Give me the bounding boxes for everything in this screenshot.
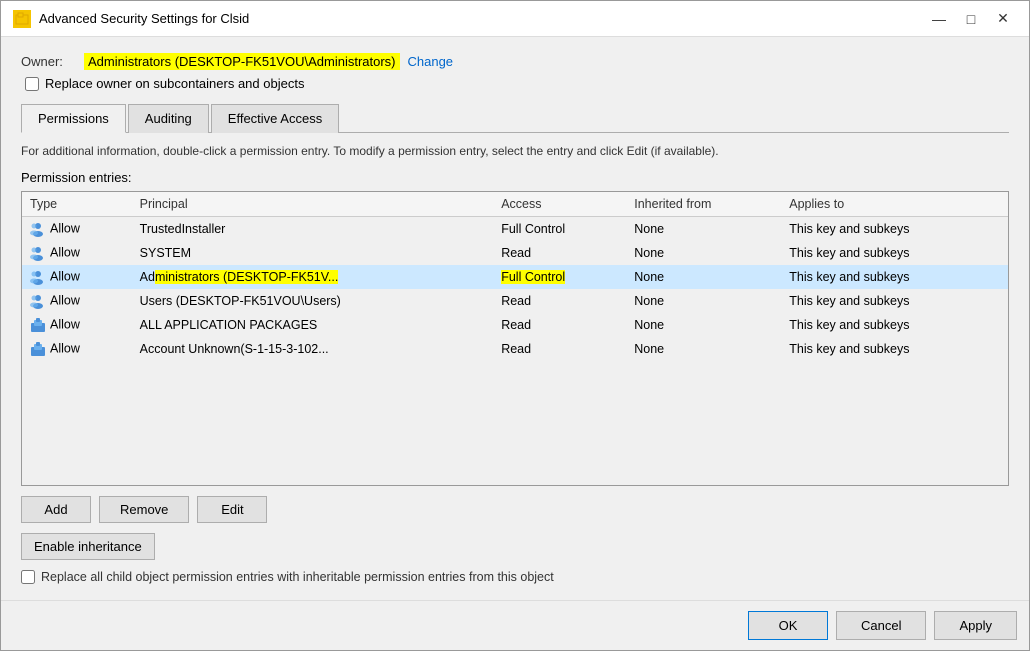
cell-access: Read bbox=[493, 313, 626, 337]
cell-applies: This key and subkeys bbox=[781, 241, 1008, 265]
cell-principal: SYSTEM bbox=[132, 241, 494, 265]
cell-principal: TrustedInstaller bbox=[132, 216, 494, 241]
permission-table-wrap: Type Principal Access Inherited from App… bbox=[21, 191, 1009, 486]
cell-principal: ALL APPLICATION PACKAGES bbox=[132, 313, 494, 337]
add-button[interactable]: Add bbox=[21, 496, 91, 523]
cell-inherited: None bbox=[626, 337, 781, 361]
cell-applies: This key and subkeys bbox=[781, 313, 1008, 337]
replace-child-row: Replace all child object permission entr… bbox=[21, 570, 1009, 584]
window-controls: — □ ✕ bbox=[925, 7, 1017, 31]
cell-type: Allow bbox=[22, 241, 132, 265]
col-type: Type bbox=[22, 192, 132, 217]
main-content: Owner: Administrators (DESKTOP-FK51VOU\A… bbox=[1, 37, 1029, 600]
replace-child-checkbox[interactable] bbox=[21, 570, 35, 584]
owner-value: Administrators (DESKTOP-FK51VOU\Administ… bbox=[84, 53, 400, 70]
table-row[interactable]: Allow Administrators (DESKTOP-FK51V... F… bbox=[22, 265, 1008, 289]
col-inherited: Inherited from bbox=[626, 192, 781, 217]
cell-principal: Account Unknown(S-1-15-3-102... bbox=[132, 337, 494, 361]
close-button[interactable]: ✕ bbox=[989, 7, 1017, 31]
tab-permissions[interactable]: Permissions bbox=[21, 104, 126, 133]
maximize-button[interactable]: □ bbox=[957, 7, 985, 31]
enable-inheritance-button[interactable]: Enable inheritance bbox=[21, 533, 155, 560]
owner-section: Owner: Administrators (DESKTOP-FK51VOU\A… bbox=[21, 53, 1009, 91]
cell-inherited: None bbox=[626, 313, 781, 337]
table-row[interactable]: Allow Account Unknown(S-1-15-3-102... Re… bbox=[22, 337, 1008, 361]
cell-applies: This key and subkeys bbox=[781, 265, 1008, 289]
cell-access: Read bbox=[493, 337, 626, 361]
col-applies: Applies to bbox=[781, 192, 1008, 217]
table-row[interactable]: Allow Users (DESKTOP-FK51VOU\Users) Read… bbox=[22, 289, 1008, 313]
cell-type: Allow bbox=[22, 289, 132, 313]
tabs-bar: Permissions Auditing Effective Access bbox=[21, 103, 1009, 133]
apply-button[interactable]: Apply bbox=[934, 611, 1017, 640]
owner-row: Owner: Administrators (DESKTOP-FK51VOU\A… bbox=[21, 53, 1009, 70]
window-icon bbox=[13, 10, 31, 28]
cell-type: Allow bbox=[22, 265, 132, 289]
cell-access: Full Control bbox=[493, 265, 626, 289]
cell-type: Allow bbox=[22, 337, 132, 361]
owner-label: Owner: bbox=[21, 54, 76, 69]
edit-button[interactable]: Edit bbox=[197, 496, 267, 523]
table-row[interactable]: Allow TrustedInstaller Full Control None… bbox=[22, 216, 1008, 241]
cell-inherited: None bbox=[626, 241, 781, 265]
cell-inherited: None bbox=[626, 216, 781, 241]
col-access: Access bbox=[493, 192, 626, 217]
cell-access: Read bbox=[493, 289, 626, 313]
cell-applies: This key and subkeys bbox=[781, 337, 1008, 361]
title-bar: Advanced Security Settings for Clsid — □… bbox=[1, 1, 1029, 37]
remove-button[interactable]: Remove bbox=[99, 496, 189, 523]
window-title: Advanced Security Settings for Clsid bbox=[39, 11, 925, 26]
action-buttons: Add Remove Edit bbox=[21, 496, 1009, 523]
replace-owner-label: Replace owner on subcontainers and objec… bbox=[45, 76, 304, 91]
table-row[interactable]: Allow SYSTEM Read None This key and subk… bbox=[22, 241, 1008, 265]
cell-inherited: None bbox=[626, 265, 781, 289]
change-owner-link[interactable]: Change bbox=[408, 54, 454, 69]
cell-type: Allow bbox=[22, 313, 132, 337]
cell-inherited: None bbox=[626, 289, 781, 313]
cell-principal: Users (DESKTOP-FK51VOU\Users) bbox=[132, 289, 494, 313]
ok-button[interactable]: OK bbox=[748, 611, 828, 640]
permission-table: Type Principal Access Inherited from App… bbox=[22, 192, 1008, 361]
cell-access: Read bbox=[493, 241, 626, 265]
main-window: Advanced Security Settings for Clsid — □… bbox=[0, 0, 1030, 651]
cell-access: Full Control bbox=[493, 216, 626, 241]
tab-content-permissions: For additional information, double-click… bbox=[21, 133, 1009, 584]
entries-label: Permission entries: bbox=[21, 170, 1009, 185]
tab-effective-access[interactable]: Effective Access bbox=[211, 104, 339, 133]
minimize-button[interactable]: — bbox=[925, 7, 953, 31]
col-principal: Principal bbox=[132, 192, 494, 217]
table-row[interactable]: Allow ALL APPLICATION PACKAGES Read None… bbox=[22, 313, 1008, 337]
replace-owner-checkbox[interactable] bbox=[25, 77, 39, 91]
cancel-button[interactable]: Cancel bbox=[836, 611, 926, 640]
replace-owner-row: Replace owner on subcontainers and objec… bbox=[25, 76, 1009, 91]
replace-child-label: Replace all child object permission entr… bbox=[41, 570, 554, 584]
cell-applies: This key and subkeys bbox=[781, 216, 1008, 241]
info-text: For additional information, double-click… bbox=[21, 143, 1009, 160]
footer: OK Cancel Apply bbox=[1, 600, 1029, 650]
tab-auditing[interactable]: Auditing bbox=[128, 104, 209, 133]
cell-applies: This key and subkeys bbox=[781, 289, 1008, 313]
cell-type: Allow bbox=[22, 216, 132, 241]
cell-principal: Administrators (DESKTOP-FK51V... bbox=[132, 265, 494, 289]
